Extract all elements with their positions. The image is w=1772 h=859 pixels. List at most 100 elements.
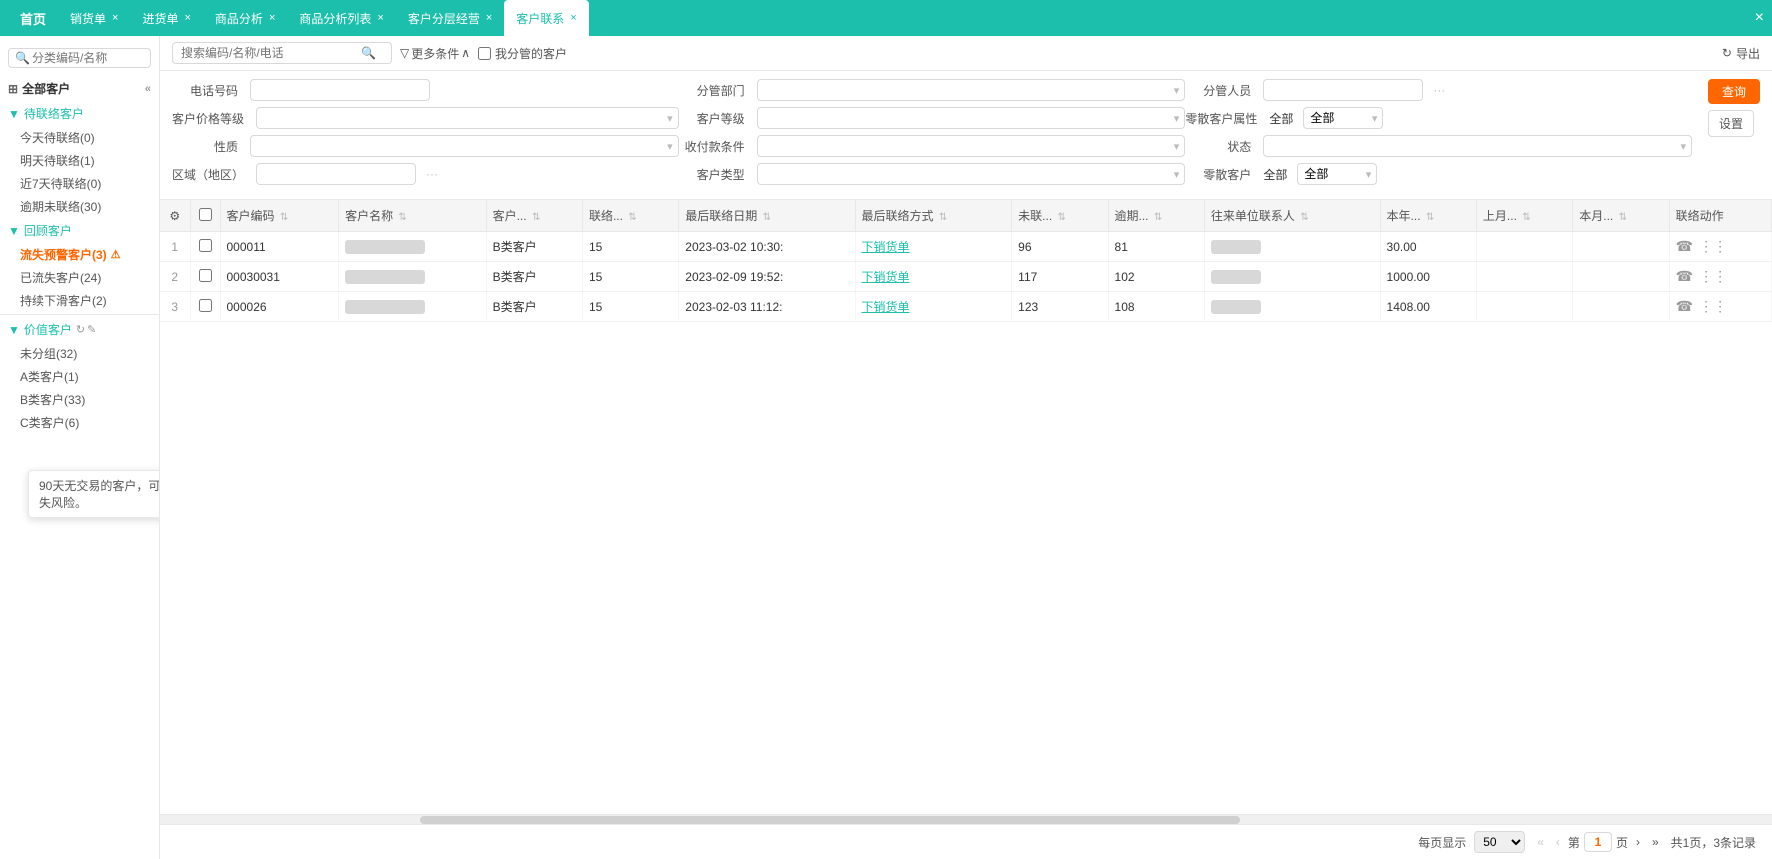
th-settings[interactable]: ⚙	[160, 200, 190, 232]
sidebar-item-overdue[interactable]: 逾期未联络(30)	[0, 195, 159, 218]
search-box[interactable]: 🔍	[172, 42, 392, 64]
row-last-method-1[interactable]: 下销货单	[855, 262, 1012, 292]
th-contact-person[interactable]: 往来单位联系人 ⇅	[1204, 200, 1380, 232]
sort-name-icon: ⇅	[398, 212, 406, 223]
row-num-0: 1	[160, 232, 190, 262]
close-customer-tier-tab[interactable]: ×	[486, 12, 492, 24]
close-customer-contact-tab[interactable]: ×	[570, 12, 576, 24]
last-page-btn[interactable]: »	[1648, 833, 1663, 851]
price-grade-select[interactable]	[256, 107, 679, 129]
sidebar-item-classC[interactable]: C类客户(6)	[0, 411, 159, 434]
close-goods-analysis-tab[interactable]: ×	[269, 12, 275, 24]
nav-sales[interactable]: 销货单 ×	[58, 0, 130, 36]
my-customers-checkbox[interactable]: 我分管的客户	[478, 45, 567, 62]
prev-page-btn[interactable]: ‹	[1552, 833, 1564, 851]
region-input[interactable]	[256, 163, 416, 185]
th-code[interactable]: 客户编码 ⇅	[220, 200, 339, 232]
sort-type-icon: ⇅	[532, 212, 540, 223]
sidebar-item-churned[interactable]: 已流失客户(24)	[0, 266, 159, 289]
row-cb-1[interactable]	[190, 262, 220, 292]
manager-input[interactable]	[1263, 79, 1423, 101]
more-icon-0[interactable]: ⋮⋮	[1699, 238, 1727, 255]
sidebar-item-today[interactable]: 今天待联络(0)	[0, 126, 159, 149]
query-btn[interactable]: 查询	[1708, 79, 1760, 104]
more-icon-2[interactable]: ⋮⋮	[1699, 298, 1727, 315]
sidebar-item-ungrouped[interactable]: 未分组(32)	[0, 342, 159, 365]
sidebar-item-churn-warning[interactable]: 流失预警客户(3) ⚠	[0, 243, 159, 266]
th-this-year[interactable]: 本年... ⇅	[1380, 200, 1476, 232]
dept-select[interactable]	[757, 79, 1186, 101]
close-goods-analysis-list-tab[interactable]: ×	[377, 12, 383, 24]
row-cb-0[interactable]	[190, 232, 220, 262]
page-size-select[interactable]: 50 20 100	[1474, 831, 1525, 853]
payment-select[interactable]	[757, 135, 1186, 157]
th-type[interactable]: 客户... ⇅	[486, 200, 582, 232]
chevron-up-icon: ∧	[461, 46, 470, 60]
refresh-icon[interactable]: ↻	[76, 323, 85, 336]
customer-grade-select[interactable]	[757, 107, 1186, 129]
sidebar-item-declining[interactable]: 持续下滑客户(2)	[0, 289, 159, 312]
nature-select[interactable]	[250, 135, 679, 157]
export-btn[interactable]: ↻ 导出	[1722, 45, 1760, 62]
th-last-method[interactable]: 最后联络方式 ⇅	[855, 200, 1012, 232]
contact-icon-0[interactable]: ☎	[1676, 238, 1693, 255]
sparse-select[interactable]: 全部	[1297, 163, 1377, 185]
close-sales-tab[interactable]: ×	[112, 12, 118, 24]
horizontal-scrollbar[interactable]	[160, 814, 1772, 824]
action-icons-2: ☎ ⋮⋮	[1676, 298, 1765, 315]
th-last-date[interactable]: 最后联络日期 ⇅	[679, 200, 855, 232]
nav-customer-tier[interactable]: 客户分层经营 ×	[396, 0, 504, 36]
nav-home[interactable]: 首页	[8, 0, 58, 36]
sparse-attr-select[interactable]: 全部	[1303, 107, 1383, 129]
row-cb-2[interactable]	[190, 292, 220, 322]
th-last-month[interactable]: 上月... ⇅	[1476, 200, 1572, 232]
next-page-btn[interactable]: ›	[1632, 833, 1644, 851]
first-page-btn[interactable]: «	[1533, 833, 1548, 851]
phone-input[interactable]	[250, 79, 430, 101]
more-conditions-btn[interactable]: ▽ 更多条件 ∧	[400, 45, 470, 62]
section-value[interactable]: ▼ 价值客户 ↻ ✎	[0, 317, 159, 342]
sidebar-item-classA[interactable]: A类客户(1)	[0, 365, 159, 388]
th-uncontact[interactable]: 未联... ⇅	[1012, 200, 1108, 232]
all-customers-title[interactable]: ⊞ 全部客户 «	[0, 76, 159, 101]
row-this-year-0: 30.00	[1380, 232, 1476, 262]
edit-icon[interactable]: ✎	[87, 323, 96, 336]
sidebar-item-tomorrow[interactable]: 明天待联络(1)	[0, 149, 159, 172]
setting-btn[interactable]: 设置	[1708, 110, 1754, 137]
contact-icon-1[interactable]: ☎	[1676, 268, 1693, 285]
sidebar-item-classB[interactable]: B类客户(33)	[0, 388, 159, 411]
sidebar-item-7days[interactable]: 近7天待联络(0)	[0, 172, 159, 195]
customer-type-select[interactable]	[757, 163, 1186, 185]
manager-dots[interactable]: ···	[1429, 83, 1449, 97]
more-icon-1[interactable]: ⋮⋮	[1699, 268, 1727, 285]
th-name[interactable]: 客户名称 ⇅	[339, 200, 487, 232]
sidebar-search-input[interactable]	[32, 51, 144, 65]
th-overdue[interactable]: 逾期... ⇅	[1108, 200, 1204, 232]
th-contact[interactable]: 联络... ⇅	[582, 200, 678, 232]
section-pending-contact[interactable]: ▼ 待联络客户	[0, 101, 159, 126]
close-purchase-tab[interactable]: ×	[184, 12, 190, 24]
close-window-btn[interactable]: ×	[1755, 9, 1764, 27]
table-area: ⚙ 客户编码 ⇅ 客户名称 ⇅ 客户...	[160, 200, 1772, 814]
row-last-method-2[interactable]: 下销货单	[855, 292, 1012, 322]
sidebar-search-box[interactable]: 🔍	[8, 48, 151, 68]
page-input[interactable]	[1584, 832, 1612, 852]
row-last-method-0[interactable]: 下销货单	[855, 232, 1012, 262]
nav-customer-contact[interactable]: 客户联系 ×	[504, 0, 588, 36]
contact-icon-2[interactable]: ☎	[1676, 298, 1693, 315]
nav-purchase[interactable]: 进货单 ×	[130, 0, 202, 36]
search-icon[interactable]: 🔍	[361, 46, 376, 60]
row-last-month-2	[1476, 292, 1572, 322]
sort-overdue-icon: ⇅	[1154, 212, 1162, 223]
my-customers-check[interactable]	[478, 47, 491, 60]
section-review[interactable]: ▼ 回顾客户	[0, 218, 159, 243]
th-this-month[interactable]: 本月... ⇅	[1573, 200, 1669, 232]
region-dots[interactable]: ···	[422, 167, 442, 181]
status-select[interactable]	[1263, 135, 1692, 157]
search-input[interactable]	[181, 46, 361, 60]
select-all-checkbox[interactable]	[199, 208, 212, 221]
nav-goods-analysis-list[interactable]: 商品分析列表 ×	[287, 0, 395, 36]
nav-goods-analysis[interactable]: 商品分析 ×	[203, 0, 287, 36]
scrollbar-thumb[interactable]	[420, 816, 1240, 824]
row-type-1: B类客户	[486, 262, 582, 292]
